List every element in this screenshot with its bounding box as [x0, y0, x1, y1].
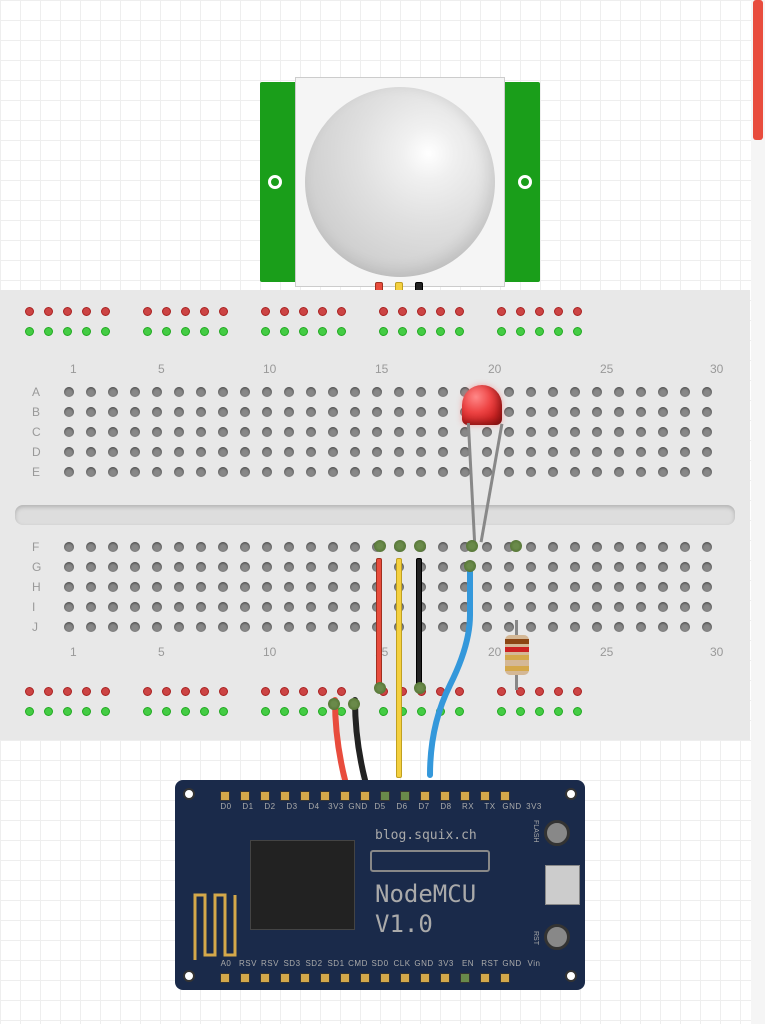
breadboard-top-rail — [20, 305, 730, 360]
breadboard-rows-f-j: F G H I J — [20, 540, 730, 640]
jumper-yellow-d6[interactable] — [396, 558, 402, 778]
resistor-band-1 — [505, 639, 529, 644]
flash-button[interactable] — [544, 820, 570, 846]
wire-end-yellow-f — [394, 540, 406, 552]
jumper-black-gnd-rail[interactable] — [350, 700, 380, 785]
resistor-wire-bottom — [515, 675, 518, 690]
resistor-body — [505, 635, 529, 675]
mcu-usb-port — [545, 865, 580, 905]
mcu-hole-br — [565, 970, 577, 982]
jumper-blue-d7[interactable] — [420, 555, 480, 785]
mcu-antenna — [190, 890, 240, 965]
wire-end-led-f2 — [510, 540, 522, 552]
rst-button[interactable] — [544, 924, 570, 950]
wire-end-led-f — [466, 540, 478, 552]
pir-sensor[interactable] — [260, 82, 540, 282]
resistor-wire-top — [515, 620, 518, 635]
led-body — [462, 385, 502, 425]
jumper-end-red-rail — [328, 698, 340, 710]
jumper-end-red-bottom — [374, 682, 386, 694]
mcu-pin-labels-top: D0D1D2D3D43V3GNDD5D6D7D8RXTXGND3V3 — [215, 802, 545, 811]
mcu-pin-labels-bottom: A0RSVRSVSD3SD2SD1CMDSD0CLKGND3V3ENRSTGND… — [215, 959, 545, 968]
pir-fresnel-dome — [305, 87, 495, 277]
mcu-name: NodeMCU — [375, 880, 476, 908]
wire-end-red-f — [374, 540, 386, 552]
nodemcu-board[interactable]: D0D1D2D3D43V3GNDD5D6D7D8RXTXGND3V3 A0RSV… — [175, 780, 585, 990]
scrollbar-track[interactable] — [751, 0, 765, 1024]
jumper-end-blue-top — [464, 560, 476, 572]
wire-end-black-f — [414, 540, 426, 552]
mcu-url: blog.squix.ch — [375, 828, 477, 843]
resistor[interactable] — [505, 620, 530, 690]
resistor-band-3 — [505, 655, 529, 660]
mcu-version: V1.0 — [375, 910, 433, 938]
scrollbar-thumb[interactable] — [753, 0, 763, 140]
mcu-smd-chip — [370, 850, 490, 872]
mcu-hole-tr — [565, 788, 577, 800]
breadboard-rows-a-e: A B C D E — [20, 385, 730, 485]
pir-mount-hole-right — [518, 175, 532, 189]
jumper-end-black-rail — [348, 698, 360, 710]
mcu-esp-chip — [250, 840, 355, 930]
mcu-pin-row-bottom — [215, 970, 545, 982]
breadboard[interactable]: 1 5 10 15 20 25 30 A B C D E F G H I J 1… — [0, 290, 750, 740]
flash-button-label: FLASH — [532, 820, 539, 843]
resistor-band-4 — [505, 666, 529, 671]
mcu-pin-row-top — [215, 788, 545, 800]
breadboard-channel — [15, 505, 735, 525]
mcu-hole-bl — [183, 970, 195, 982]
jumper-red-vcc[interactable] — [376, 558, 382, 688]
rst-button-label: RST — [532, 931, 539, 945]
mcu-hole-tl — [183, 788, 195, 800]
pir-mount-hole-left — [268, 175, 282, 189]
red-led[interactable] — [462, 385, 507, 455]
resistor-band-2 — [505, 647, 529, 652]
